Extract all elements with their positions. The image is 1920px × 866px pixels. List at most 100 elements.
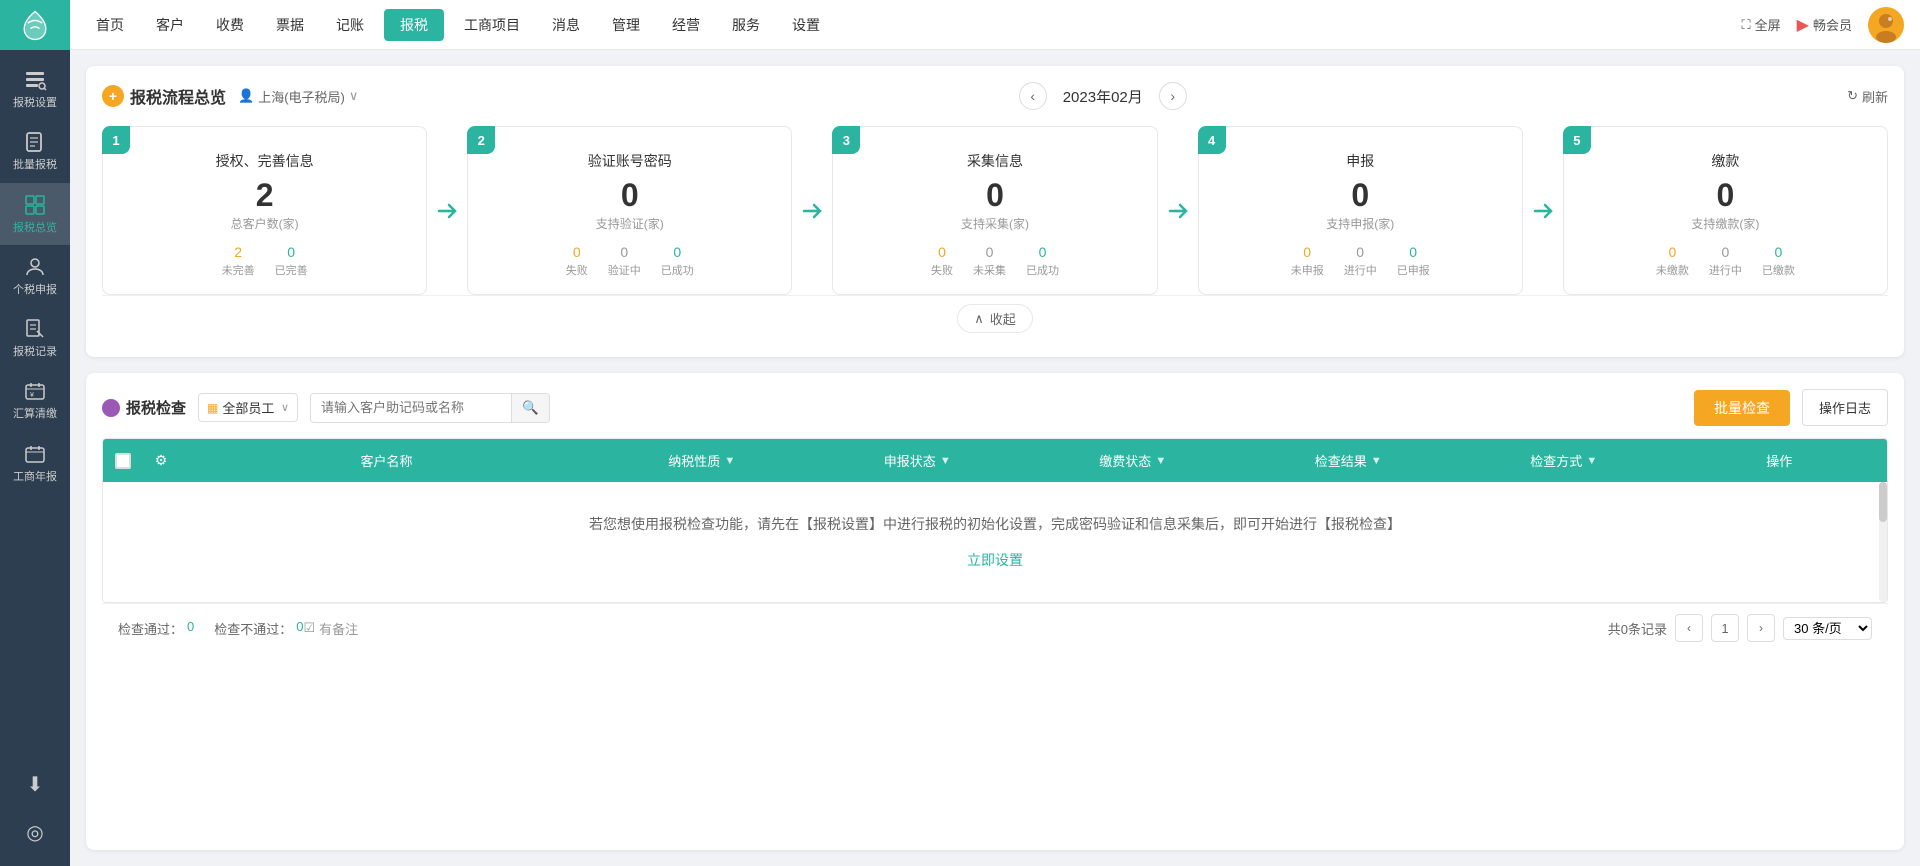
- sidebar-label-annual-settle: 汇算清缴: [13, 407, 57, 421]
- step-subtitle-4: 支持申报(家): [1326, 215, 1394, 232]
- prev-page-button[interactable]: ‹: [1675, 614, 1703, 642]
- stat-num-3-1: 0: [986, 244, 994, 260]
- employee-filter-dropdown[interactable]: ▦ 全部员工 ∨: [198, 393, 298, 422]
- refresh-icon: ↻: [1847, 88, 1858, 104]
- sidebar-item-commerce-annual[interactable]: 工商年报: [0, 432, 70, 494]
- sidebar-help-btn[interactable]: ◎: [0, 810, 70, 854]
- collapse-label: 收起: [990, 309, 1016, 328]
- nav-item-invoice[interactable]: 票据: [260, 0, 320, 50]
- location-icon: 👤: [238, 88, 254, 104]
- step-subtitle-2: 支持验证(家): [596, 215, 664, 232]
- sidebar-item-tax-overview[interactable]: 报税总览: [0, 183, 70, 245]
- nav-item-commerce[interactable]: 工商项目: [448, 0, 536, 50]
- fullscreen-label: 全屏: [1755, 15, 1781, 34]
- nav-item-service[interactable]: 服务: [716, 0, 776, 50]
- th-pay-status[interactable]: 缴费状态 ▼: [1025, 439, 1241, 482]
- sidebar-item-annual-settle[interactable]: ¥ 汇算清缴: [0, 369, 70, 431]
- nav-item-tax[interactable]: 报税: [384, 9, 444, 41]
- flow-overview-card: + 报税流程总览 👤 上海(电子税局) ∨ ‹ 2023年02月 › ↻ 刷新: [86, 66, 1904, 357]
- step-subtitle-5: 支持缴款(家): [1691, 215, 1759, 232]
- step-num-2: 2: [467, 126, 495, 154]
- stat-label-2-1: 验证中: [608, 262, 641, 278]
- setup-link[interactable]: 立即设置: [967, 552, 1023, 568]
- nav-item-customer[interactable]: 客户: [140, 0, 200, 50]
- tax-settings-icon: [23, 68, 47, 92]
- fullscreen-icon: ⛶: [1742, 17, 1751, 33]
- flow-step-1: 1 授权、完善信息 2 总客户数(家) 2 未完善 0 已完善: [102, 126, 427, 295]
- nav-item-accounting[interactable]: 记账: [320, 0, 380, 50]
- gear-icon: ⚙: [155, 452, 168, 469]
- stat-num-3-2: 0: [1039, 244, 1047, 260]
- flow-overview-title: + 报税流程总览: [102, 84, 226, 108]
- has-note-text: 有备注: [319, 619, 358, 638]
- refresh-button[interactable]: ↻ 刷新: [1847, 87, 1888, 106]
- flow-step-4: 4 申报 0 支持申报(家) 0 未申报 0 进行中: [1198, 126, 1523, 295]
- stat-num-4-0: 0: [1303, 244, 1311, 260]
- month-text: 2023年02月: [1063, 86, 1143, 107]
- nav-item-operation[interactable]: 经营: [656, 0, 716, 50]
- nav-item-home[interactable]: 首页: [80, 0, 140, 50]
- stat-label-5-2: 已缴款: [1762, 262, 1795, 278]
- nav-item-fee[interactable]: 收费: [200, 0, 260, 50]
- collapse-bar: ∧ 收起: [102, 295, 1888, 341]
- filter-icon-tax-nature: ▼: [724, 455, 735, 467]
- sidebar-item-tax-records[interactable]: 报税记录: [0, 307, 70, 369]
- th-check-method[interactable]: 检查方式 ▼: [1456, 439, 1672, 482]
- th-declare-status[interactable]: 申报状态 ▼: [810, 439, 1026, 482]
- sidebar-label-commerce-annual: 工商年报: [13, 470, 57, 484]
- sidebar-label-tax-records: 报税记录: [13, 345, 57, 359]
- vertical-scrollbar[interactable]: [1879, 482, 1887, 602]
- sidebar-item-batch-tax[interactable]: 批量报税: [0, 120, 70, 182]
- batch-check-button[interactable]: 批量检查: [1694, 390, 1790, 426]
- check-fail-num[interactable]: 0: [296, 619, 303, 638]
- th-tax-nature[interactable]: 纳税性质 ▼: [594, 439, 810, 482]
- commerce-annual-icon: [23, 442, 47, 466]
- flow-step-2: 2 验证账号密码 0 支持验证(家) 0 失败 0 验证中: [467, 126, 792, 295]
- tax-check-table: ⚙ 客户名称 纳税性质 ▼ 申报状态 ▼ 缴费状态 ▼: [102, 438, 1888, 603]
- prev-month-button[interactable]: ‹: [1019, 82, 1047, 110]
- step-count-3: 0: [986, 179, 1004, 211]
- avatar[interactable]: [1868, 7, 1904, 43]
- nav-item-settings[interactable]: 设置: [776, 0, 836, 50]
- search-button[interactable]: 🔍: [511, 394, 549, 422]
- flow-steps: 1 授权、完善信息 2 总客户数(家) 2 未完善 0 已完善: [102, 126, 1888, 295]
- step-subtitle-3: 支持采集(家): [961, 215, 1029, 232]
- check-pass-num[interactable]: 0: [187, 619, 194, 638]
- next-page-button[interactable]: ›: [1747, 614, 1775, 642]
- operation-log-button[interactable]: 操作日志: [1802, 389, 1888, 426]
- sidebar-download-btn[interactable]: ⬇: [0, 762, 70, 806]
- step-count-1: 2: [256, 179, 274, 211]
- vip-button[interactable]: ▶ 畅会员: [1797, 15, 1852, 35]
- month-nav: ‹ 2023年02月 ›: [1019, 82, 1187, 110]
- nav-item-message[interactable]: 消息: [536, 0, 596, 50]
- stat-num-1-0: 2: [234, 244, 242, 260]
- vip-label: 畅会员: [1813, 15, 1852, 34]
- step-title-2: 验证账号密码: [588, 151, 672, 171]
- footer-stats: 检查通过： 0 检查不通过： 0: [118, 619, 304, 638]
- has-note-checkbox-icon: ☑: [304, 620, 316, 636]
- scrollbar-thumb[interactable]: [1879, 482, 1887, 522]
- location-tag[interactable]: 👤 上海(电子税局) ∨: [238, 87, 358, 106]
- step-title-4: 申报: [1346, 151, 1374, 171]
- per-page-select[interactable]: 30 条/页 50 条/页 100 条/页: [1783, 617, 1872, 640]
- stat-label-5-0: 未缴款: [1656, 262, 1689, 278]
- filter-icon-result: ▼: [1371, 455, 1382, 467]
- sidebar-item-tax-settings[interactable]: 报税设置: [0, 58, 70, 120]
- stat-num-2-2: 0: [673, 244, 681, 260]
- collapse-button[interactable]: ∧ 收起: [957, 304, 1033, 333]
- nav-item-manage[interactable]: 管理: [596, 0, 656, 50]
- th-checkbox[interactable]: [103, 439, 143, 482]
- sidebar-item-individual-tax[interactable]: 个税申报: [0, 245, 70, 307]
- next-month-button[interactable]: ›: [1159, 82, 1187, 110]
- fullscreen-button[interactable]: ⛶ 全屏: [1742, 15, 1781, 34]
- stat-label-1-1: 已完善: [275, 262, 308, 278]
- filter-icon-method: ▼: [1586, 455, 1597, 467]
- step-num-3: 3: [832, 126, 860, 154]
- table-header: ⚙ 客户名称 纳税性质 ▼ 申报状态 ▼ 缴费状态 ▼: [103, 439, 1887, 482]
- sidebar-label-batch-tax: 批量报税: [13, 158, 57, 172]
- th-gear[interactable]: ⚙: [143, 439, 179, 482]
- th-check-result[interactable]: 检查结果 ▼: [1241, 439, 1457, 482]
- th-operation: 操作: [1672, 439, 1888, 482]
- search-input[interactable]: [311, 394, 511, 421]
- search-box: 🔍: [310, 393, 550, 423]
